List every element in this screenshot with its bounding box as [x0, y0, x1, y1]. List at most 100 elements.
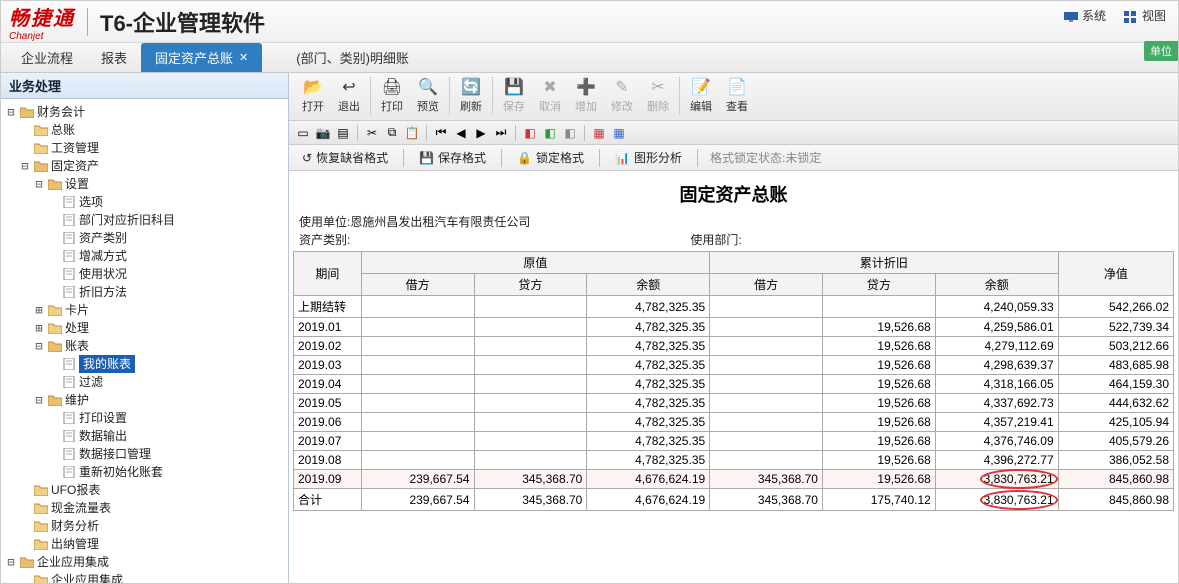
cell-dc[interactable]: 19,526.68 — [822, 318, 935, 337]
flag-red-icon[interactable]: ◧ — [522, 125, 538, 141]
open-button[interactable]: 📂打开 — [295, 75, 331, 116]
cell-dc[interactable]: 19,526.68 — [822, 413, 935, 432]
paste-icon[interactable]: 📋 — [404, 125, 420, 141]
cell-period[interactable]: 2019.05 — [294, 394, 362, 413]
cell-oc[interactable] — [474, 394, 587, 413]
tree-node-eai[interactable]: ⊟企业应用集成 — [5, 553, 288, 571]
cut-icon[interactable]: ✂ — [364, 125, 380, 141]
twist-icon[interactable]: ⊟ — [33, 175, 45, 193]
cell-net[interactable]: 522,739.34 — [1058, 318, 1173, 337]
tree-node-maint[interactable]: ⊟维护 — [5, 391, 288, 409]
first-icon[interactable]: ⏮ — [433, 125, 449, 141]
cell-db[interactable]: 4,357,219.41 — [935, 413, 1058, 432]
save-format-button[interactable]: 💾 保存格式 — [410, 146, 495, 169]
cell-od[interactable] — [361, 413, 474, 432]
exit-button[interactable]: ↩退出 — [331, 75, 367, 116]
table-row[interactable]: 2019.09239,667.54345,368.704,676,624.193… — [294, 470, 1174, 489]
table-row[interactable]: 2019.084,782,325.3519,526.684,396,272.77… — [294, 451, 1174, 470]
cell-od[interactable] — [361, 337, 474, 356]
cell-oc[interactable] — [474, 451, 587, 470]
cell-db[interactable]: 4,396,272.77 — [935, 451, 1058, 470]
col-orig-credit[interactable]: 贷方 — [474, 274, 587, 296]
tree-node-data_out[interactable]: 数据输出 — [5, 427, 288, 445]
col-dep-credit[interactable]: 贷方 — [822, 274, 935, 296]
cell-dd[interactable] — [710, 394, 823, 413]
tree-node-dept_map[interactable]: 部门对应折旧科目 — [5, 211, 288, 229]
cell-dd[interactable] — [710, 413, 823, 432]
cell-dd[interactable] — [710, 318, 823, 337]
cell-net[interactable]: 386,052.58 — [1058, 451, 1173, 470]
tree-node-ufo[interactable]: UFO报表 — [5, 481, 288, 499]
tree-node-payroll[interactable]: 工资管理 — [5, 139, 288, 157]
cell-dc[interactable]: 175,740.12 — [822, 489, 935, 511]
cell-db[interactable]: 4,318,166.05 — [935, 375, 1058, 394]
chart-analysis-button[interactable]: 📊 图形分析 — [606, 146, 691, 169]
table-row[interactable]: 2019.024,782,325.3519,526.684,279,112.69… — [294, 337, 1174, 356]
cell-dc[interactable] — [822, 296, 935, 318]
cell-ob[interactable]: 4,782,325.35 — [587, 413, 710, 432]
twist-icon[interactable]: ⊟ — [19, 157, 31, 175]
cell-period[interactable]: 2019.09 — [294, 470, 362, 489]
cell-period[interactable]: 2019.01 — [294, 318, 362, 337]
cell-dc[interactable]: 19,526.68 — [822, 470, 935, 489]
cell-dd[interactable] — [710, 337, 823, 356]
lock-format-button[interactable]: 🔒 锁定格式 — [508, 146, 593, 169]
last-icon[interactable]: ⏭ — [493, 125, 509, 141]
cell-oc[interactable] — [474, 432, 587, 451]
tree-node-fa[interactable]: ⊟固定资产 — [5, 157, 288, 175]
cell-ob[interactable]: 4,782,325.35 — [587, 296, 710, 318]
cell-net[interactable]: 845,860.98 — [1058, 470, 1173, 489]
cell-dc[interactable]: 19,526.68 — [822, 394, 935, 413]
cell-dd[interactable] — [710, 356, 823, 375]
refresh-button[interactable]: 🔄刷新 — [453, 75, 489, 116]
twist-icon[interactable]: ⊟ — [5, 103, 17, 121]
cell-net[interactable]: 464,159.30 — [1058, 375, 1173, 394]
cell-od[interactable] — [361, 394, 474, 413]
table-row[interactable]: 合计239,667.54345,368.704,676,624.19345,36… — [294, 489, 1174, 511]
flag-green-icon[interactable]: ◧ — [542, 125, 558, 141]
preview-button[interactable]: 🔍预览 — [410, 75, 446, 116]
table-row[interactable]: 2019.06 4,782,325.35 19,526.684,357,219.41… — [294, 413, 1174, 432]
tree-node-books[interactable]: ⊟账表 — [5, 337, 288, 355]
cell-dd[interactable]: 345,368.70 — [710, 470, 823, 489]
tab-process[interactable]: 企业流程 — [7, 43, 87, 72]
table-row[interactable]: 2019.054,782,325.3519,526.684,337,692.73… — [294, 394, 1174, 413]
cell-period[interactable]: 2019.07 — [294, 432, 362, 451]
cell-period[interactable]: 2019.06 — [294, 413, 362, 432]
cell-dc[interactable]: 19,526.68 — [822, 375, 935, 394]
tree-node-reinit[interactable]: 重新初始化账套 — [5, 463, 288, 481]
col-net[interactable]: 净值 — [1058, 252, 1173, 296]
twist-icon[interactable]: ⊟ — [33, 337, 45, 355]
cell-dc[interactable]: 19,526.68 — [822, 432, 935, 451]
cell-ob[interactable]: 4,782,325.35 — [587, 451, 710, 470]
cell-oc[interactable] — [474, 375, 587, 394]
cell-net[interactable]: 425,105.94 — [1058, 413, 1173, 432]
cell-ob[interactable]: 4,676,624.19 — [587, 489, 710, 511]
cell-od[interactable] — [361, 375, 474, 394]
menu-view[interactable]: 视图 — [1124, 7, 1166, 24]
view-button[interactable]: 📄查看 — [719, 75, 755, 116]
restore-format-button[interactable]: ↺ 恢复缺省格式 — [293, 146, 397, 169]
cell-dd[interactable] — [710, 296, 823, 318]
cell-period[interactable]: 2019.03 — [294, 356, 362, 375]
cell-db[interactable]: 4,376,746.09 — [935, 432, 1058, 451]
cell-od[interactable]: 239,667.54 — [361, 489, 474, 511]
twist-icon[interactable]: ⊞ — [33, 301, 45, 319]
cell-ob[interactable]: 4,782,325.35 — [587, 318, 710, 337]
table2-icon[interactable]: ▦ — [611, 125, 627, 141]
cell-period[interactable]: 上期结转 — [294, 296, 362, 318]
cell-db[interactable]: 4,337,692.73 — [935, 394, 1058, 413]
cell-oc[interactable]: 345,368.70 — [474, 470, 587, 489]
tree-node-filter[interactable]: 过滤 — [5, 373, 288, 391]
cell-db[interactable]: 4,279,112.69 — [935, 337, 1058, 356]
cell-period[interactable]: 2019.02 — [294, 337, 362, 356]
table-icon[interactable]: ▦ — [591, 125, 607, 141]
cell-ob[interactable]: 4,782,325.35 — [587, 375, 710, 394]
tree-node-process[interactable]: ⊞处理 — [5, 319, 288, 337]
cell-net[interactable]: 405,579.26 — [1058, 432, 1173, 451]
cell-dc[interactable]: 19,526.68 — [822, 451, 935, 470]
cell-ob[interactable]: 4,676,624.19 — [587, 470, 710, 489]
table-row[interactable]: 2019.014,782,325.3519,526.684,259,586.01… — [294, 318, 1174, 337]
tree-node-option[interactable]: 选项 — [5, 193, 288, 211]
cell-dc[interactable]: 19,526.68 — [822, 356, 935, 375]
